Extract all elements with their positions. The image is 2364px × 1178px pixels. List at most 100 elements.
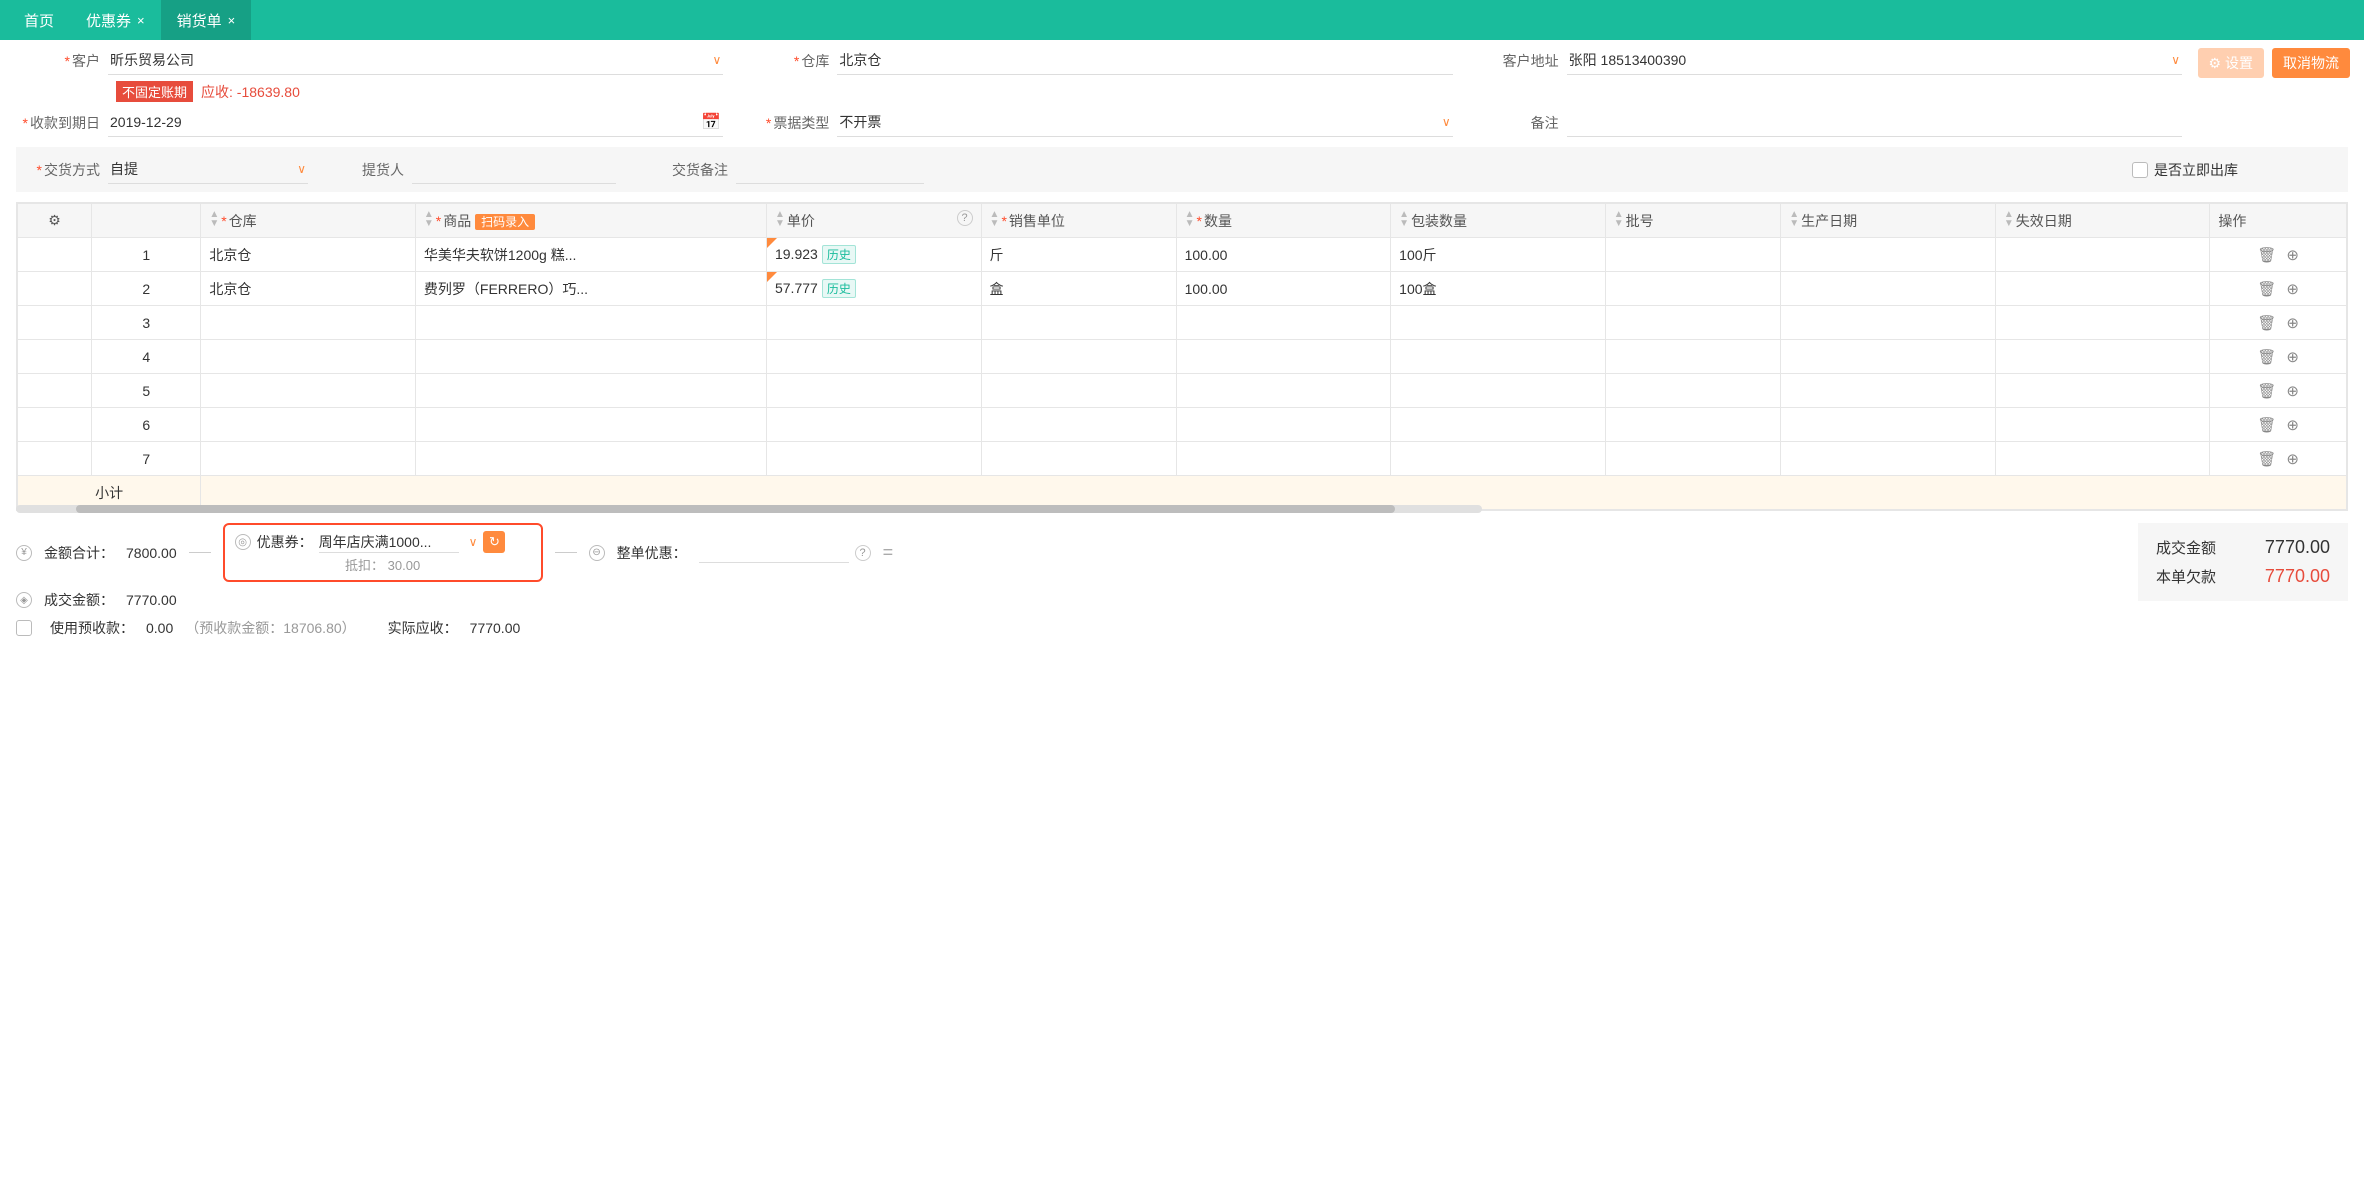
close-icon[interactable]: × bbox=[137, 13, 145, 28]
address-field[interactable]: 张阳 18513400390 bbox=[1569, 50, 1687, 70]
customer-field[interactable]: 昕乐贸易公司 bbox=[110, 50, 194, 70]
delete-icon[interactable]: 🗑 bbox=[2257, 382, 2276, 400]
sort-icon[interactable] bbox=[990, 210, 1000, 228]
picker-input[interactable] bbox=[414, 161, 614, 177]
table-row[interactable]: 5🗑⊕ bbox=[18, 374, 2347, 408]
instant-out-checkbox[interactable] bbox=[2132, 162, 2148, 178]
table-row[interactable]: 4🗑⊕ bbox=[18, 340, 2347, 374]
equals-icon: = bbox=[883, 542, 894, 563]
add-row-icon[interactable]: ⊕ bbox=[2286, 314, 2299, 332]
sort-icon[interactable] bbox=[1399, 210, 1409, 228]
cancel-logistics-button[interactable]: 取消物流 bbox=[2272, 48, 2350, 78]
table-row[interactable]: 2北京仓费列罗（FERRERO）巧...57.777历史盒100.00100盒🗑… bbox=[18, 272, 2347, 306]
col-product[interactable]: 商品 bbox=[443, 213, 471, 229]
coupon-label: 优惠券： bbox=[257, 532, 313, 552]
table-row[interactable]: 1北京仓华美华夫软饼1200g 糕...19.923历史斤100.00100斤🗑… bbox=[18, 238, 2347, 272]
add-row-icon[interactable]: ⊕ bbox=[2286, 348, 2299, 366]
history-badge[interactable]: 历史 bbox=[822, 245, 856, 264]
col-exp-date[interactable]: 失效日期 bbox=[2016, 213, 2072, 229]
chevron-down-icon[interactable]: ∨ bbox=[469, 535, 478, 549]
sort-icon[interactable] bbox=[1185, 210, 1195, 228]
sort-icon[interactable] bbox=[424, 210, 434, 228]
coupon-select[interactable]: 周年店庆满1000... bbox=[319, 532, 459, 553]
add-row-icon[interactable]: ⊕ bbox=[2286, 416, 2299, 434]
currency-icon: ¥ bbox=[16, 545, 32, 561]
chevron-down-icon[interactable]: ∨ bbox=[1442, 115, 1451, 129]
help-icon[interactable]: ? bbox=[957, 210, 973, 226]
delete-icon[interactable]: 🗑 bbox=[2257, 348, 2276, 366]
col-unit[interactable]: 销售单位 bbox=[1009, 213, 1065, 229]
invoice-type-field[interactable]: 不开票 bbox=[839, 112, 881, 132]
table-row[interactable]: 6🗑⊕ bbox=[18, 408, 2347, 442]
due-date-label: 收款到期日 bbox=[30, 115, 100, 131]
use-prepay-label: 使用预收款： bbox=[50, 618, 134, 638]
table-row[interactable]: 7🗑⊕ bbox=[18, 442, 2347, 476]
add-row-icon[interactable]: ⊕ bbox=[2286, 382, 2299, 400]
delete-icon[interactable]: 🗑 bbox=[2257, 416, 2276, 434]
delivery-method-label: 交货方式 bbox=[44, 162, 100, 178]
delete-icon[interactable]: 🗑 bbox=[2257, 280, 2276, 298]
chevron-down-icon[interactable]: ∨ bbox=[2171, 53, 2180, 67]
use-prepay-checkbox[interactable] bbox=[16, 620, 32, 636]
delivery-remark-label: 交货备注 bbox=[672, 162, 728, 178]
address-label: 客户地址 bbox=[1503, 53, 1559, 69]
coupon-deduct-value: 30.00 bbox=[388, 558, 421, 573]
coupon-icon: ◎ bbox=[235, 534, 251, 550]
settings-button[interactable]: ⚙ 设置 bbox=[2198, 48, 2264, 78]
actual-receive-value: 7770.00 bbox=[470, 620, 521, 636]
remark-label: 备注 bbox=[1531, 115, 1559, 131]
instant-out-label: 是否立即出库 bbox=[2154, 160, 2238, 180]
col-warehouse[interactable]: 仓库 bbox=[229, 213, 257, 229]
delete-icon[interactable]: 🗑 bbox=[2257, 246, 2276, 264]
chevron-down-icon[interactable]: ∨ bbox=[297, 162, 306, 176]
due-date-field[interactable]: 2019-12-29 bbox=[110, 114, 182, 130]
col-price[interactable]: 单价 bbox=[787, 213, 815, 229]
refresh-icon[interactable]: ↻ bbox=[483, 531, 505, 553]
totals-deal-label: 成交金额 bbox=[2156, 537, 2216, 558]
warehouse-field[interactable]: 北京仓 bbox=[839, 50, 881, 70]
coupon-deduct-label: 抵扣： bbox=[345, 558, 384, 573]
receivable-label: 应收: bbox=[201, 84, 233, 100]
col-pack[interactable]: 包装数量 bbox=[1411, 213, 1467, 229]
gear-icon[interactable]: ⚙ bbox=[18, 204, 92, 238]
scan-entry-button[interactable]: 扫码录入 bbox=[475, 214, 535, 230]
picker-label: 提货人 bbox=[362, 162, 404, 178]
totals-owed-label: 本单欠款 bbox=[2156, 566, 2216, 587]
delivery-remark-input[interactable] bbox=[738, 161, 922, 177]
totals-deal-value: 7770.00 bbox=[2265, 537, 2330, 558]
order-discount-label: 整单优惠： bbox=[617, 543, 687, 563]
delete-icon[interactable]: 🗑 bbox=[2257, 314, 2276, 332]
horizontal-scrollbar[interactable] bbox=[16, 505, 1482, 513]
totals-box: 成交金额 7770.00 本单欠款 7770.00 bbox=[2138, 523, 2348, 601]
totals-owed-value: 7770.00 bbox=[2265, 566, 2330, 587]
calendar-icon[interactable]: 📅 bbox=[701, 112, 721, 132]
discount-icon: ⊖ bbox=[589, 545, 605, 561]
add-row-icon[interactable]: ⊕ bbox=[2286, 450, 2299, 468]
deal-amount-value: 7770.00 bbox=[126, 592, 177, 608]
history-badge[interactable]: 历史 bbox=[822, 279, 856, 298]
help-icon[interactable]: ? bbox=[855, 545, 871, 561]
tab-home[interactable]: 首页 bbox=[8, 0, 70, 40]
delete-icon[interactable]: 🗑 bbox=[2257, 450, 2276, 468]
add-row-icon[interactable]: ⊕ bbox=[2286, 280, 2299, 298]
total-value: 7800.00 bbox=[126, 545, 177, 561]
col-prod-date[interactable]: 生产日期 bbox=[1801, 213, 1857, 229]
add-row-icon[interactable]: ⊕ bbox=[2286, 246, 2299, 264]
sort-icon[interactable] bbox=[1614, 210, 1624, 228]
sort-icon[interactable] bbox=[775, 210, 785, 228]
remark-input[interactable] bbox=[1569, 114, 2180, 130]
chevron-down-icon[interactable]: ∨ bbox=[713, 53, 722, 67]
sort-icon[interactable] bbox=[1789, 210, 1799, 228]
col-batch[interactable]: 批号 bbox=[1626, 213, 1654, 229]
tab-coupon[interactable]: 优惠券× bbox=[70, 0, 161, 40]
table-row[interactable]: 3🗑⊕ bbox=[18, 306, 2347, 340]
col-qty[interactable]: 数量 bbox=[1204, 213, 1232, 229]
sort-icon[interactable] bbox=[2004, 210, 2014, 228]
close-icon[interactable]: × bbox=[228, 13, 236, 28]
delivery-method-field[interactable]: 自提 bbox=[110, 159, 138, 179]
sort-icon[interactable] bbox=[209, 210, 219, 228]
total-label: 金额合计： bbox=[44, 543, 114, 563]
tab-sales-order[interactable]: 销货单× bbox=[161, 0, 252, 40]
prepay-balance-label: （预收款金额： bbox=[185, 620, 283, 636]
order-discount-input[interactable] bbox=[699, 543, 849, 563]
